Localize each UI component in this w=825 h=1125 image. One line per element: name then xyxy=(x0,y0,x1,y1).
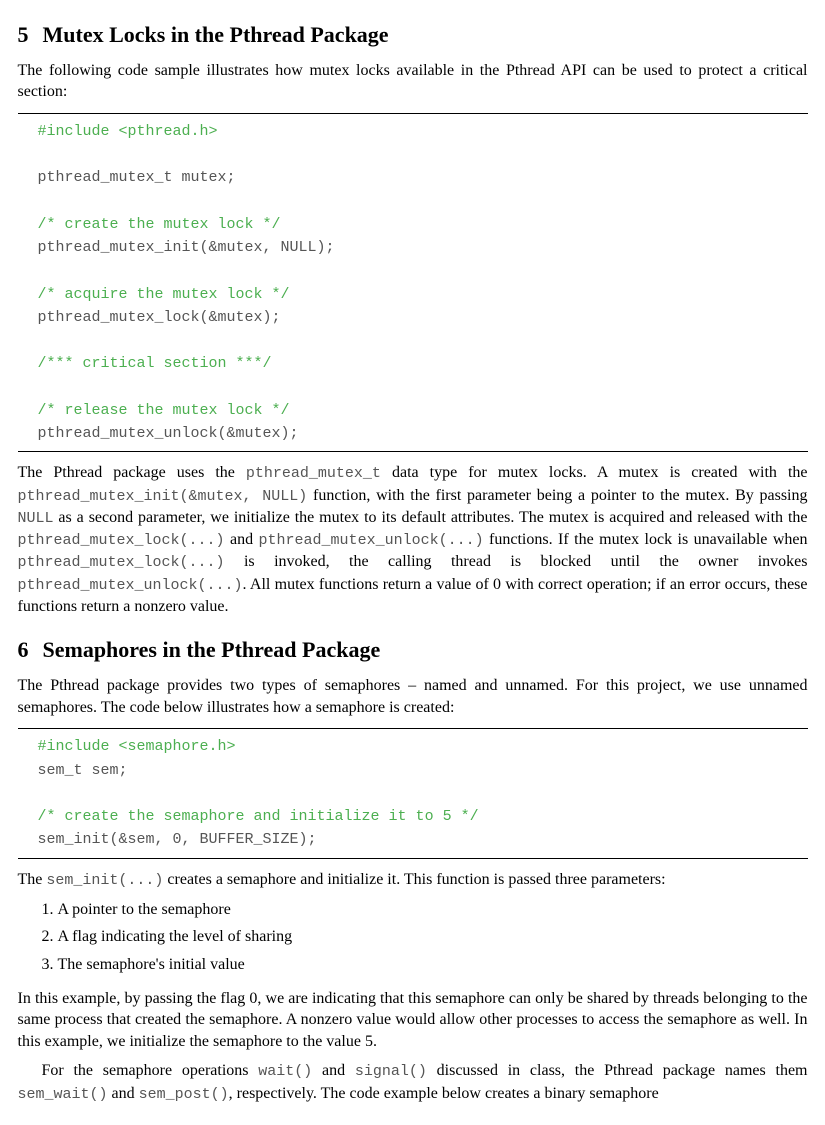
code-block-mutex: #include <pthread.h> pthread_mutex_t mut… xyxy=(18,113,808,453)
code-line: #include <semaphore.h> xyxy=(38,738,236,755)
section-6-para2: In this example, by passing the flag 0, … xyxy=(18,988,808,1053)
inline-code: sem_init(...) xyxy=(46,872,163,889)
code-line: pthread_mutex_lock(&mutex); xyxy=(38,309,281,326)
text: is invoked, the calling thread is blocke… xyxy=(225,553,808,570)
section-6-title: Semaphores in the Pthread Package xyxy=(43,637,381,662)
inline-code: signal() xyxy=(355,1063,427,1080)
code-line: /* create the mutex lock */ xyxy=(38,216,281,233)
code-line: sem_init(&sem, 0, BUFFER_SIZE); xyxy=(38,831,317,848)
code-line: /* acquire the mutex lock */ xyxy=(38,286,290,303)
section-6-after-code: The sem_init(...) creates a semaphore an… xyxy=(18,869,808,891)
text: The Pthread package uses the xyxy=(18,464,246,481)
text: data type for mutex locks. A mutex is cr… xyxy=(381,464,808,481)
params-list: A pointer to the semaphore A flag indica… xyxy=(18,899,808,976)
text: , respectively. The code example below c… xyxy=(229,1085,659,1102)
code-line: /* create the semaphore and initialize i… xyxy=(38,808,479,825)
inline-code: pthread_mutex_lock(...) xyxy=(18,532,225,549)
inline-code: pthread_mutex_unlock(...) xyxy=(18,577,243,594)
code-line: sem_t sem; xyxy=(38,762,128,779)
section-6-para3: For the semaphore operations wait() and … xyxy=(18,1060,808,1105)
text: For the semaphore operations xyxy=(42,1062,259,1079)
section-5-para: The Pthread package uses the pthread_mut… xyxy=(18,462,808,617)
inline-code: pthread_mutex_init(&mutex, NULL) xyxy=(18,488,308,505)
text: function, with the first parameter being… xyxy=(307,487,807,504)
inline-code: NULL xyxy=(18,510,54,527)
inline-code: pthread_mutex_t xyxy=(246,465,381,482)
inline-code: sem_wait() xyxy=(18,1086,108,1103)
section-6-intro: The Pthread package provides two types o… xyxy=(18,675,808,718)
code-block-semaphore: #include <semaphore.h> sem_t sem; /* cre… xyxy=(18,728,808,858)
inline-code: sem_post() xyxy=(139,1086,229,1103)
inline-code: wait() xyxy=(258,1063,312,1080)
inline-code: pthread_mutex_unlock(...) xyxy=(259,532,484,549)
text: discussed in class, the Pthread package … xyxy=(427,1062,808,1079)
text: functions. If the mutex lock is unavaila… xyxy=(484,531,808,548)
code-line: /* release the mutex lock */ xyxy=(38,402,290,419)
code-line: pthread_mutex_t mutex; xyxy=(38,169,236,186)
param-item: The semaphore's initial value xyxy=(58,954,808,976)
text: The xyxy=(18,871,47,888)
text: and xyxy=(108,1085,139,1102)
section-5-title: Mutex Locks in the Pthread Package xyxy=(43,22,389,47)
section-6-number: 6 xyxy=(18,635,29,665)
inline-code: pthread_mutex_lock(...) xyxy=(18,554,225,571)
code-line: pthread_mutex_init(&mutex, NULL); xyxy=(38,239,335,256)
code-line: pthread_mutex_unlock(&mutex); xyxy=(38,425,299,442)
section-5-heading: 5 Mutex Locks in the Pthread Package xyxy=(18,20,808,50)
text: creates a semaphore and initialize it. T… xyxy=(163,871,665,888)
code-line: #include <pthread.h> xyxy=(38,123,218,140)
text: and xyxy=(225,531,259,548)
text: and xyxy=(312,1062,355,1079)
code-line: /*** critical section ***/ xyxy=(38,355,272,372)
section-6-heading: 6 Semaphores in the Pthread Package xyxy=(18,635,808,665)
section-5-intro: The following code sample illustrates ho… xyxy=(18,60,808,103)
param-item: A pointer to the semaphore xyxy=(58,899,808,921)
text: as a second parameter, we initialize the… xyxy=(54,509,808,526)
param-item: A flag indicating the level of sharing xyxy=(58,926,808,948)
section-5-number: 5 xyxy=(18,20,29,50)
